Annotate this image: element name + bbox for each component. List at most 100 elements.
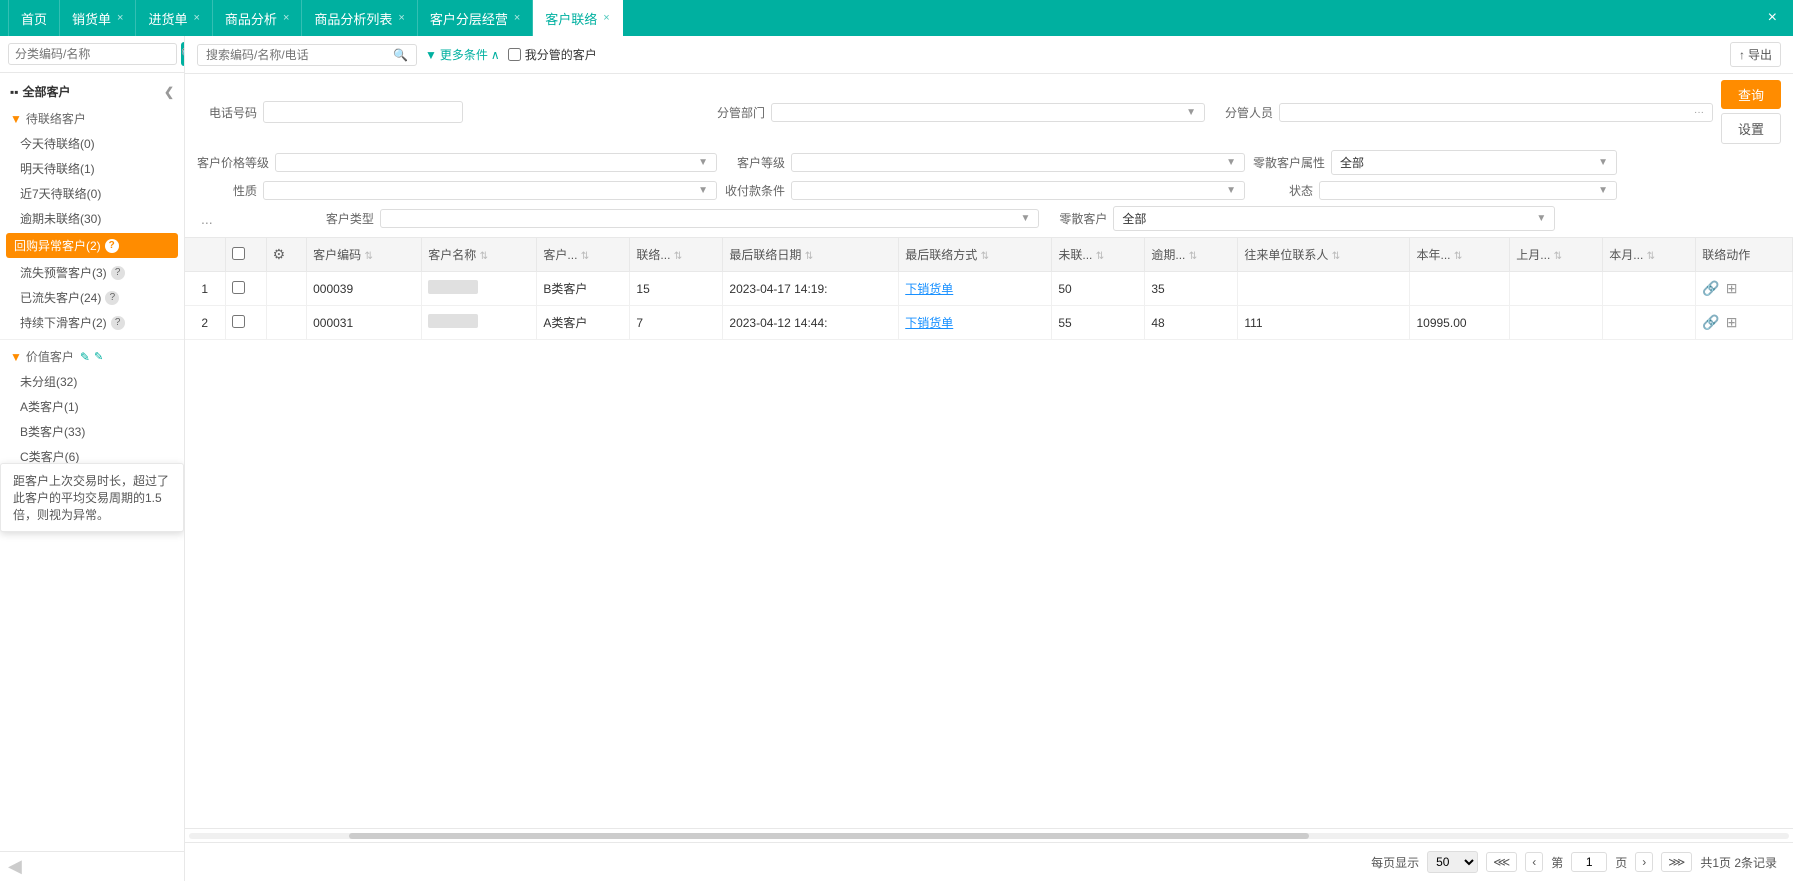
nav-sales-close[interactable]: ×: [117, 12, 123, 24]
row1-check[interactable]: [232, 281, 245, 294]
scrollbar-track: [189, 833, 1789, 839]
col-gear[interactable]: ⚙: [266, 238, 306, 272]
this-year-sort-icon[interactable]: ⇅: [1454, 251, 1462, 262]
nav-customer-segment[interactable]: 客户分层经营 ×: [418, 0, 533, 36]
retail-customer-arrow: ▼: [1536, 213, 1546, 224]
contact-sort-icon[interactable]: ⇅: [674, 251, 682, 262]
row2-grid-icon[interactable]: ⊞: [1726, 314, 1738, 331]
nav-sales[interactable]: 销货单 ×: [60, 0, 136, 36]
page-label: 第: [1551, 854, 1563, 871]
row1-name: [422, 272, 537, 306]
nav-home[interactable]: 首页: [8, 0, 60, 36]
select-all-checkbox[interactable]: [232, 247, 245, 260]
my-customers-check-input[interactable]: [508, 48, 521, 61]
search-input[interactable]: [206, 48, 389, 62]
nav-customer-contact[interactable]: 客户联络 ×: [533, 0, 622, 36]
col-action: 联络动作: [1696, 238, 1793, 272]
nav-analysis-list-close[interactable]: ×: [398, 12, 404, 24]
retail-customer-select[interactable]: 全部 ▼: [1113, 206, 1555, 231]
row2-method-link[interactable]: 下销货单: [905, 316, 953, 330]
row2-check[interactable]: [232, 315, 245, 328]
next-page-button[interactable]: ›: [1635, 852, 1653, 872]
my-customers-checkbox[interactable]: 我分管的客户: [508, 46, 597, 63]
payment-select[interactable]: ▼: [791, 181, 1245, 200]
sidebar-persist-decline[interactable]: 持续下滑客户(2) ?: [0, 310, 184, 335]
row1-link-icon[interactable]: 🔗: [1702, 280, 1719, 297]
gender-select[interactable]: ▼: [263, 181, 717, 200]
dept-label: 分管部门: [705, 104, 765, 121]
value-edit-icon[interactable]: ✎: [80, 350, 90, 364]
value-add-icon[interactable]: ✎: [94, 350, 103, 363]
first-page-button[interactable]: ⋘: [1486, 852, 1517, 872]
price-level-label: 客户价格等级: [197, 154, 269, 171]
last-page-button[interactable]: ⋙: [1661, 852, 1692, 872]
retail-attr-label: 零散客户属性: [1253, 154, 1325, 171]
table-row: 2 000031 A类客户 7 2023-04-12 14:44:: [185, 306, 1793, 340]
nav-customer-contact-close[interactable]: ×: [603, 12, 609, 24]
dept-select[interactable]: ▼: [771, 103, 1205, 122]
row1-grid-icon[interactable]: ⊞: [1726, 280, 1738, 297]
prev-page-button[interactable]: ‹: [1525, 852, 1543, 872]
sidebar-search-input[interactable]: [8, 43, 177, 65]
per-page-select[interactable]: 50 100 200: [1427, 851, 1478, 873]
page-number-input[interactable]: [1571, 852, 1607, 872]
sidebar-repurchase-abnormal[interactable]: 回购异常客户(2) ?: [6, 233, 178, 258]
sidebar-today-pending[interactable]: 今天待联络(0): [0, 131, 184, 156]
last-method-sort-icon[interactable]: ⇅: [981, 251, 989, 262]
manager-select[interactable]: ···: [1279, 103, 1713, 122]
contacts-sort-icon[interactable]: ⇅: [1332, 251, 1340, 262]
row2-this-month: [1603, 306, 1696, 340]
sidebar-lost[interactable]: 已流失客户(24) ?: [0, 285, 184, 310]
last-date-sort-icon[interactable]: ⇅: [805, 251, 813, 262]
sidebar-pending-section[interactable]: ▼ 待联络客户: [0, 106, 184, 131]
col-overdue: 逾期... ⇅: [1145, 238, 1238, 272]
row1-contacts: [1238, 272, 1410, 306]
nav-analysis[interactable]: 商品分析 ×: [213, 0, 302, 36]
code-sort-icon[interactable]: ⇅: [364, 251, 372, 262]
ellipsis-button[interactable]: ...: [197, 211, 217, 227]
customer-type-label: 客户类型: [314, 210, 374, 227]
sidebar-b-customers[interactable]: B类客户(33): [0, 419, 184, 444]
price-level-select[interactable]: ▼: [275, 153, 717, 172]
row2-link-icon[interactable]: 🔗: [1702, 314, 1719, 331]
query-button[interactable]: 查询: [1721, 80, 1781, 109]
customer-type-select[interactable]: ▼: [380, 209, 1040, 228]
payment-arrow: ▼: [1226, 185, 1236, 196]
customer-type-arrow: ▼: [1021, 213, 1031, 224]
overdue-sort-icon[interactable]: ⇅: [1189, 251, 1197, 262]
retail-attr-select[interactable]: 全部 ▼: [1331, 150, 1617, 175]
more-conditions-button[interactable]: ▼ 更多条件 ∧: [425, 46, 500, 63]
setting-button[interactable]: 设置: [1721, 113, 1781, 144]
row1-contact: 15: [630, 272, 723, 306]
last-month-sort-icon[interactable]: ⇅: [1554, 251, 1562, 262]
sidebar-ungrouped[interactable]: 未分组(32): [0, 369, 184, 394]
uncontacted-sort-icon[interactable]: ⇅: [1096, 251, 1104, 262]
nav-customer-segment-close[interactable]: ×: [514, 12, 520, 24]
this-month-sort-icon[interactable]: ⇅: [1647, 251, 1655, 262]
col-code: 客户编码 ⇅: [307, 238, 422, 272]
sidebar-value-section[interactable]: ▼ 价值客户 ✎ ✎: [0, 344, 184, 369]
sidebar-overdue-pending[interactable]: 逾期未联络(30): [0, 206, 184, 231]
scrollbar-thumb[interactable]: [349, 833, 1309, 839]
sidebar-lost-preview[interactable]: 流失预警客户(3) ?: [0, 260, 184, 285]
name-sort-icon[interactable]: ⇅: [480, 251, 488, 262]
level-sort-icon[interactable]: ⇅: [581, 251, 589, 262]
customer-level-select[interactable]: ▼: [791, 153, 1245, 172]
gear-icon[interactable]: ⚙: [273, 246, 286, 262]
nav-purchase-close[interactable]: ×: [193, 12, 199, 24]
row1-method-link[interactable]: 下销货单: [905, 282, 953, 296]
phone-input[interactable]: [263, 101, 463, 123]
row1-seq: 1: [185, 272, 225, 306]
window-close-button[interactable]: ×: [1760, 9, 1785, 27]
sidebar-all-customers[interactable]: ▪▪ 全部客户 ❮: [0, 77, 184, 106]
nav-purchase[interactable]: 进货单 ×: [136, 0, 212, 36]
status-select[interactable]: ▼: [1319, 181, 1617, 200]
nav-analysis-close[interactable]: ×: [283, 12, 289, 24]
sidebar-left-arrow[interactable]: ◀: [8, 856, 22, 877]
export-button[interactable]: ↑ 导出: [1730, 42, 1781, 67]
horizontal-scrollbar[interactable]: [185, 828, 1793, 842]
sidebar-a-customers[interactable]: A类客户(1): [0, 394, 184, 419]
sidebar-tomorrow-pending[interactable]: 明天待联络(1): [0, 156, 184, 181]
nav-analysis-list[interactable]: 商品分析列表 ×: [302, 0, 417, 36]
sidebar-7days-pending[interactable]: 近7天待联络(0): [0, 181, 184, 206]
